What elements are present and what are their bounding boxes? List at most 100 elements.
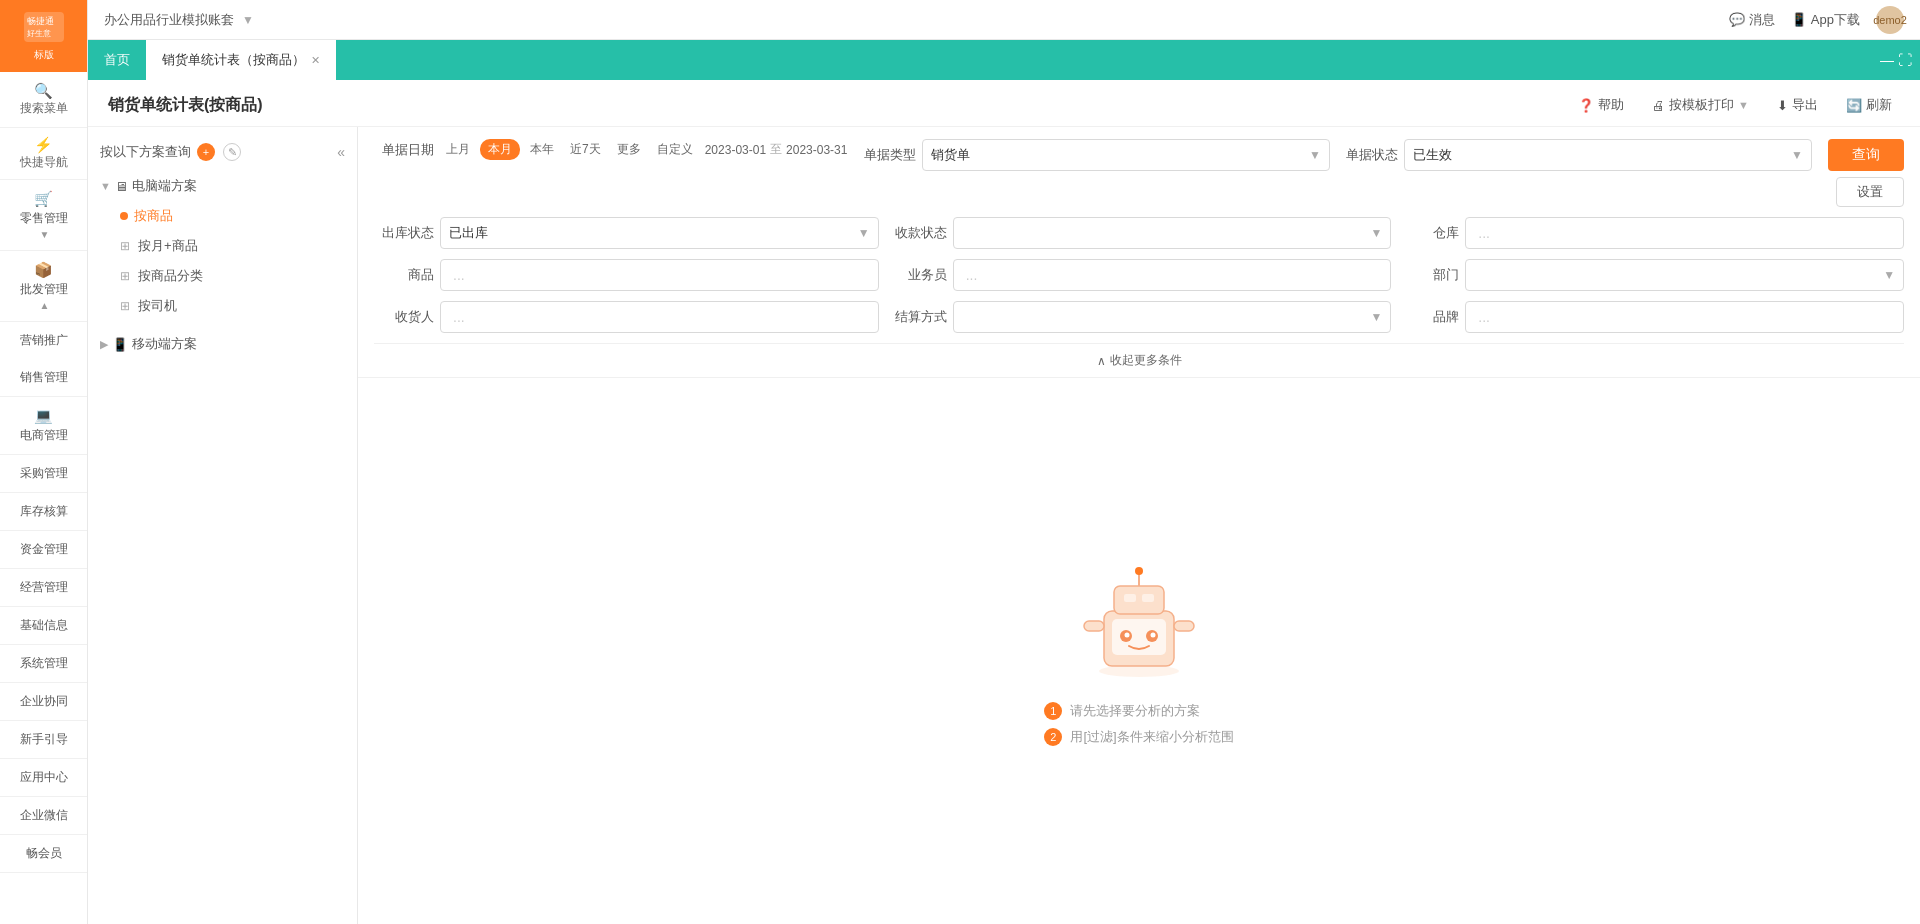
sidebar-item-search[interactable]: 🔍 搜索菜单 — [0, 72, 87, 128]
filter-item-warehouse: 仓库 ... — [1399, 217, 1904, 249]
svg-text:畅捷通: 畅捷通 — [27, 16, 54, 26]
outstatus-select[interactable]: 已出库 ▼ — [440, 217, 879, 249]
top-bar-left: 办公用品行业模拟账套 ▼ — [104, 11, 254, 29]
sidebar-item-inventory[interactable]: 库存核算 — [0, 493, 87, 531]
chevron-down-icon2: ▼ — [1791, 148, 1803, 162]
date-btn-thismonth[interactable]: 本月 — [480, 139, 520, 160]
scheme-child-by-driver[interactable]: ⊞ 按司机 — [88, 291, 357, 321]
warehouse-label: 仓库 — [1399, 224, 1459, 242]
edit-scheme-btn[interactable]: ✎ — [223, 143, 241, 161]
ellipsis-icon5[interactable]: ... — [1474, 309, 1494, 325]
tab-home[interactable]: 首页 — [88, 40, 146, 80]
app-download-btn[interactable]: 📱 App下载 — [1791, 11, 1860, 29]
sidebar-item-operations[interactable]: 经营管理 — [0, 569, 87, 607]
sidebar-item-enterprise-wechat[interactable]: 企业微信 — [0, 797, 87, 835]
add-scheme-btn[interactable]: + — [197, 143, 215, 161]
avatar[interactable]: demo2 — [1876, 6, 1904, 34]
warehouse-input[interactable]: ... — [1465, 217, 1904, 249]
sidebar-item-enterprise-collab[interactable]: 企业协同 — [0, 683, 87, 721]
recipient-input[interactable]: ... — [440, 301, 879, 333]
sidebar-item-retail[interactable]: 🛒 零售管理 ▼ — [0, 180, 87, 251]
goods-input[interactable]: ... — [440, 259, 879, 291]
svg-point-14 — [1135, 567, 1143, 575]
logo[interactable]: 畅捷通 好生意 标版 — [0, 0, 87, 72]
filter-item-outstatus: 出库状态 已出库 ▼ — [374, 217, 879, 249]
reset-btn[interactable]: 设置 — [1836, 177, 1904, 207]
ellipsis-icon[interactable]: ... — [1474, 225, 1494, 241]
tab-bar: 首页 销货单统计表（按商品） ✕ — ⛶ — [88, 40, 1920, 80]
sidebar-item-purchase[interactable]: 采购管理 — [0, 455, 87, 493]
sidebar-item-appcenter[interactable]: 应用中心 — [0, 759, 87, 797]
scheme-child-by-month-goods[interactable]: ⊞ 按月+商品 — [88, 231, 357, 261]
chevron-down-icon5: ▼ — [1883, 268, 1895, 282]
retail-icon: 🛒 — [34, 190, 53, 208]
query-buttons: 查询 设置 — [1820, 139, 1904, 207]
collapse-sidebar-btn[interactable]: « — [337, 144, 345, 160]
settle-select[interactable]: ▼ — [953, 301, 1392, 333]
chevron-down-icon3: ▼ — [858, 226, 870, 240]
export-icon: ⬇ — [1777, 98, 1788, 113]
salesman-input[interactable]: ... — [953, 259, 1392, 291]
docstatus-label: 单据状态 — [1338, 146, 1398, 164]
date-btn-thisyear[interactable]: 本年 — [524, 139, 560, 160]
scheme-parent-mobile[interactable]: ▶ 📱 移动端方案 — [88, 329, 357, 359]
scheme-parent-desktop[interactable]: ▼ 🖥 电脑端方案 — [88, 171, 357, 201]
brand-input[interactable]: ... — [1465, 301, 1904, 333]
filter-row-4: 收货人 ... 结算方式 ▼ — [374, 301, 1904, 333]
grid-icon3: ⊞ — [120, 299, 130, 313]
ellipsis-icon3[interactable]: ... — [962, 267, 982, 283]
chevron-down-icon: ▼ — [40, 229, 50, 240]
export-btn[interactable]: ⬇ 导出 — [1769, 92, 1826, 118]
scheme-child-by-goods[interactable]: 按商品 — [88, 201, 357, 231]
sidebar-item-wholesale[interactable]: 📦 批发管理 ▲ — [0, 251, 87, 322]
doctype-select[interactable]: 销货单 ▼ — [922, 139, 1330, 171]
sidebar-item-newuser[interactable]: 新手引导 — [0, 721, 87, 759]
svg-point-3 — [1099, 665, 1179, 677]
sidebar-item-member[interactable]: 畅会员 — [0, 835, 87, 873]
query-btn[interactable]: 查询 — [1828, 139, 1904, 171]
tab-controls: — ⛶ — [1880, 52, 1920, 68]
refresh-btn[interactable]: 🔄 刷新 — [1838, 92, 1900, 118]
sidebar-item-sales[interactable]: 销售管理 — [0, 359, 87, 397]
template-print-btn[interactable]: 🖨 按模板打印 ▼ — [1644, 92, 1757, 118]
date-filter-group: 上月 本月 本年 近7天 更多 自定义 2023-03-01 至 — [440, 139, 848, 160]
filter-item-recipient: 收货人 ... — [374, 301, 879, 333]
date-btn-custom[interactable]: 自定义 — [651, 139, 699, 160]
collapse-bar[interactable]: ∧ 收起更多条件 — [374, 343, 1904, 377]
docstatus-select[interactable]: 已生效 ▼ — [1404, 139, 1812, 171]
tip-num-1: 1 — [1044, 702, 1062, 720]
date-btn-more[interactable]: 更多 — [611, 139, 647, 160]
outstatus-label: 出库状态 — [374, 224, 434, 242]
sidebar-item-system[interactable]: 系统管理 — [0, 645, 87, 683]
chevron-down-icon: ▼ — [1738, 99, 1749, 111]
page-header: 销货单统计表(按商品) ❓ 帮助 🖨 按模板打印 ▼ ⬇ 导出 🔄 刷新 — [88, 80, 1920, 127]
message-btn[interactable]: 💬 消息 — [1729, 11, 1775, 29]
sidebar-item-finance[interactable]: 资金管理 — [0, 531, 87, 569]
sidebar-item-quicknav[interactable]: ⚡ 快捷导航 — [0, 128, 87, 180]
filter-item-dept: 部门 ▼ — [1399, 259, 1904, 291]
scheme-group-desktop: ▼ 🖥 电脑端方案 按商品 ⊞ 按月+商品 ⊞ 按商品分类 — [88, 167, 357, 325]
date-btn-lastmonth[interactable]: 上月 — [440, 139, 476, 160]
tab-active[interactable]: 销货单统计表（按商品） ✕ — [146, 40, 336, 80]
filter-item-salesman: 业务员 ... — [887, 259, 1392, 291]
minimize-icon[interactable]: — — [1880, 52, 1894, 68]
sidebar-item-ecommerce[interactable]: 💻 电商管理 — [0, 397, 87, 455]
svg-rect-16 — [1142, 594, 1154, 602]
ellipsis-icon4[interactable]: ... — [449, 309, 469, 325]
sidebar-item-basic[interactable]: 基础信息 — [0, 607, 87, 645]
print-icon: 🖨 — [1652, 98, 1665, 113]
top-bar-right: 💬 消息 📱 App下载 demo2 — [1729, 6, 1904, 34]
receiptstatus-select[interactable]: ▼ — [953, 217, 1392, 249]
tab-close-icon[interactable]: ✕ — [311, 54, 320, 67]
ellipsis-icon2[interactable]: ... — [449, 267, 469, 283]
filter-row-3: 商品 ... 业务员 ... — [374, 259, 1904, 291]
maximize-icon[interactable]: ⛶ — [1898, 52, 1912, 68]
date-btn-7days[interactable]: 近7天 — [564, 139, 607, 160]
filter-item-brand: 品牌 ... — [1399, 301, 1904, 333]
filter-result-area: 按以下方案查询 + ✎ « ▼ 🖥 电脑端方案 按商品 — [88, 127, 1920, 924]
sidebar-item-marketing[interactable]: 营销推广 — [0, 322, 87, 359]
scheme-child-by-category[interactable]: ⊞ 按商品分类 — [88, 261, 357, 291]
dept-select[interactable]: ▼ — [1465, 259, 1904, 291]
mobile-icon: 📱 — [112, 337, 128, 352]
help-btn[interactable]: ❓ 帮助 — [1570, 92, 1632, 118]
